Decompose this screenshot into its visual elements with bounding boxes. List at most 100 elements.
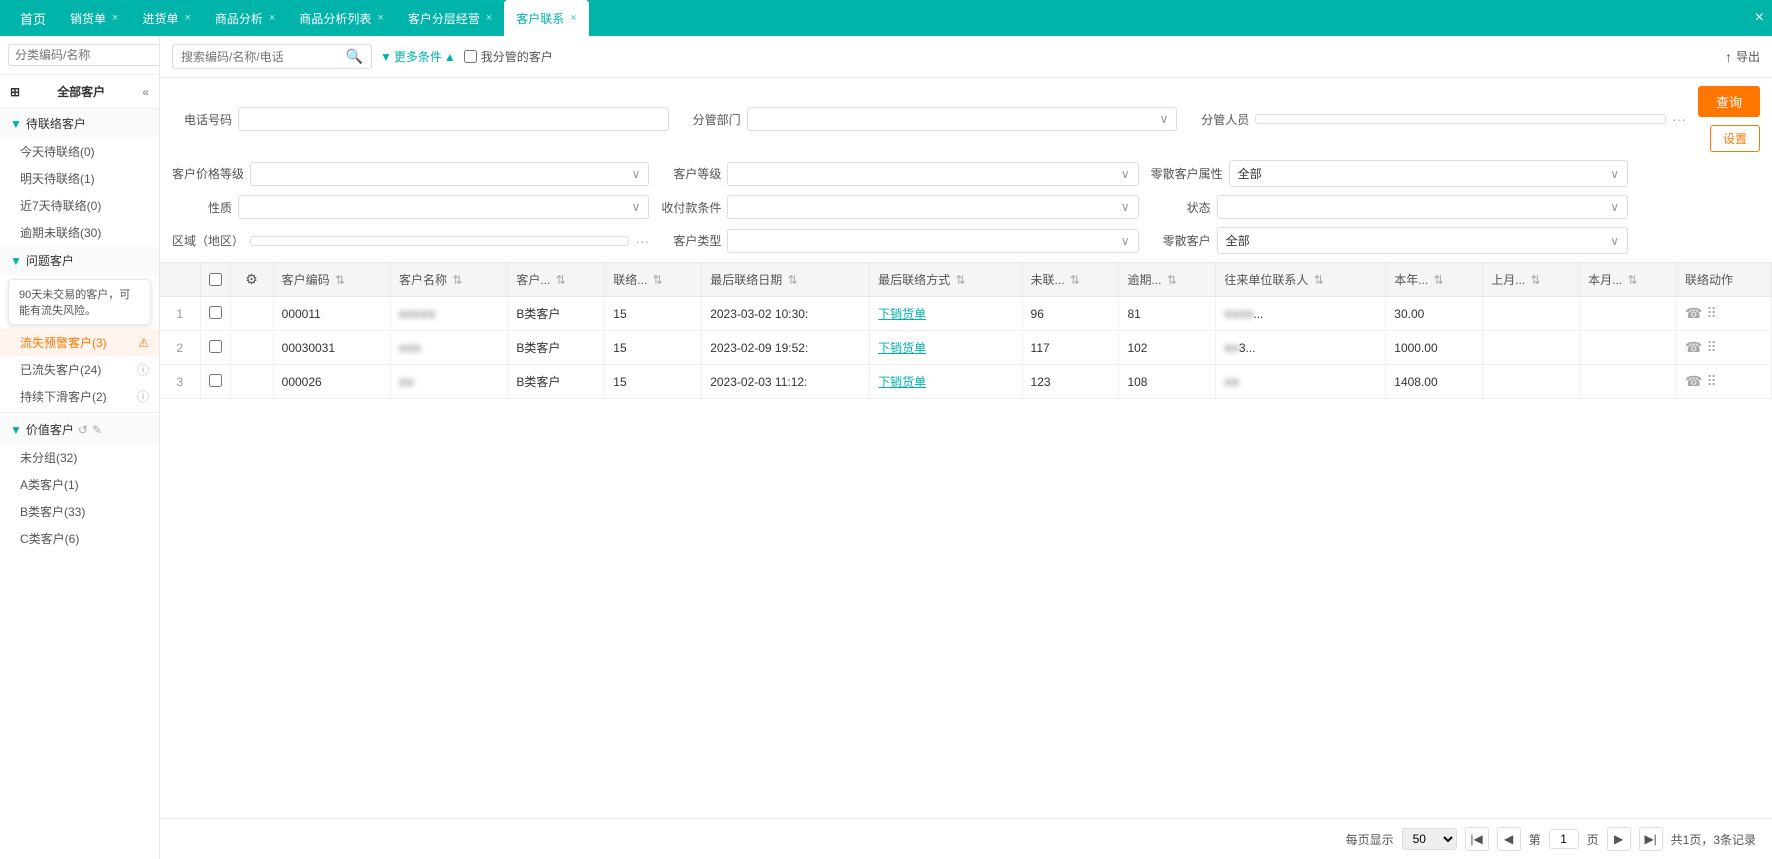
first-page-button[interactable]: |◀ xyxy=(1465,827,1489,851)
row-last-method[interactable]: 下销货单 xyxy=(870,297,1022,331)
nav-home[interactable]: 首页 xyxy=(8,9,58,28)
sidebar-item-declining[interactable]: 持续下滑客户(2) ⓘ xyxy=(0,383,159,410)
filter-region-select[interactable] xyxy=(250,236,629,246)
row-check[interactable] xyxy=(200,297,230,331)
th-name[interactable]: 客户名称 ⇅ xyxy=(391,263,508,297)
row-check[interactable] xyxy=(200,365,230,399)
group-problem-header[interactable]: ▼ 问题客户 xyxy=(0,246,159,275)
sidebar-item-churned[interactable]: 已流失客户(24) ⓘ xyxy=(0,356,159,383)
filter-status-label: 状态 xyxy=(1151,199,1211,216)
gear-button[interactable]: ⚙ xyxy=(239,271,265,288)
close-icon[interactable]: × xyxy=(377,12,383,24)
row-contact: 15 xyxy=(605,365,702,399)
filter-nature: 性质 ∨ xyxy=(172,195,649,219)
th-last-month[interactable]: 上月... ⇅ xyxy=(1483,263,1580,297)
th-contact[interactable]: 联络... ⇅ xyxy=(605,263,702,297)
query-button[interactable]: 查询 xyxy=(1698,86,1760,117)
filter-nature-select[interactable]: ∨ xyxy=(238,195,649,219)
sidebar-item-today[interactable]: 今天待联络(0) xyxy=(0,138,159,165)
sidebar-item-7days[interactable]: 近7天待联络(0) xyxy=(0,192,159,219)
th-overdue[interactable]: 逾期... ⇅ xyxy=(1119,263,1216,297)
th-code[interactable]: 客户编码 ⇅ xyxy=(273,263,390,297)
search-input[interactable] xyxy=(181,50,342,64)
sidebar-item-churn-warning[interactable]: 流失预警客户(3) ⚠ xyxy=(0,329,159,356)
nav-tab-shangpin-list[interactable]: 商品分析列表 × xyxy=(287,0,395,36)
row-last-method[interactable]: 下销货单 xyxy=(870,331,1022,365)
filter-dots-icon[interactable]: ··· xyxy=(1672,111,1686,127)
close-icon[interactable]: × xyxy=(269,12,275,24)
last-page-button[interactable]: ▶| xyxy=(1639,827,1663,851)
filter-region-dots[interactable]: ··· xyxy=(635,233,649,249)
nav-tab-xiaohuo[interactable]: 销货单 × xyxy=(58,0,130,36)
filter-customer-type-select[interactable]: ∨ xyxy=(727,229,1138,253)
row-check[interactable] xyxy=(200,331,230,365)
th-this-year[interactable]: 本年... ⇅ xyxy=(1386,263,1483,297)
contact-icon[interactable]: ☎ xyxy=(1685,373,1702,390)
page-input[interactable] xyxy=(1549,829,1579,849)
filter-scatter-attr-label: 零散客户属性 xyxy=(1151,165,1223,182)
export-button[interactable]: ↑ 导出 xyxy=(1725,48,1760,65)
more-actions-icon[interactable]: ⠿ xyxy=(1706,373,1716,390)
sidebar-search-input[interactable] xyxy=(8,44,160,66)
search-button[interactable]: 🔍 xyxy=(346,48,363,65)
sidebar-item-class-c[interactable]: C类客户(6) xyxy=(0,525,159,552)
per-page-select[interactable]: 50 20 100 xyxy=(1402,828,1457,850)
collapse-icon[interactable]: « xyxy=(142,85,149,99)
row-checkbox[interactable] xyxy=(209,374,222,387)
my-customers-check[interactable] xyxy=(464,50,477,63)
row-unit-contact: ■■3... xyxy=(1216,331,1386,365)
nav-tab-jinhuo[interactable]: 进货单 × xyxy=(130,0,202,36)
th-last-date[interactable]: 最后联络日期 ⇅ xyxy=(702,263,870,297)
filter-customer-level-select[interactable]: ∨ xyxy=(727,162,1138,186)
all-customers-item[interactable]: ⊞ 全部客户 « xyxy=(0,75,159,109)
row-checkbox[interactable] xyxy=(209,340,222,353)
row-last-month xyxy=(1483,365,1580,399)
group-pending-header[interactable]: ▼ 待联络客户 xyxy=(0,109,159,138)
th-this-month[interactable]: 本月... ⇅ xyxy=(1580,263,1677,297)
filter-manager-select[interactable] xyxy=(1255,114,1666,124)
th-type[interactable]: 客户... ⇅ xyxy=(508,263,605,297)
sidebar-item-class-a[interactable]: A类客户(1) xyxy=(0,471,159,498)
sidebar-item-ungroup[interactable]: 未分组(32) xyxy=(0,444,159,471)
close-icon[interactable]: × xyxy=(486,12,492,24)
sidebar-item-class-b[interactable]: B类客户(33) xyxy=(0,498,159,525)
sort-icon: ⇅ xyxy=(956,273,966,287)
row-checkbox[interactable] xyxy=(209,306,222,319)
select-all-checkbox[interactable] xyxy=(209,273,222,286)
settings-button[interactable]: 设置 xyxy=(1710,125,1760,152)
triangle-icon: ▼ xyxy=(10,117,22,131)
close-icon[interactable]: × xyxy=(184,12,190,24)
nav-tab-khfc[interactable]: 客户分层经营 × xyxy=(396,0,504,36)
th-last-method[interactable]: 最后联络方式 ⇅ xyxy=(870,263,1022,297)
contact-icon[interactable]: ☎ xyxy=(1685,305,1702,322)
my-customers-checkbox[interactable]: 我分管的客户 xyxy=(464,48,553,65)
more-actions-icon[interactable]: ⠿ xyxy=(1706,339,1716,356)
filter-dept-select[interactable]: ∨ xyxy=(747,107,1178,131)
more-conditions-button[interactable]: ▼ 更多条件 ▲ xyxy=(380,48,456,65)
row-name: ■■■■■ xyxy=(391,297,508,331)
filter-scatter-attr-select[interactable]: 全部 ∨ xyxy=(1229,160,1628,187)
nav-tab-shangpin[interactable]: 商品分析 × xyxy=(203,0,287,36)
group-value-header[interactable]: ▼ 价值客户 ↺ ✎ xyxy=(0,415,159,444)
sidebar-item-overdue[interactable]: 逾期未联络(30) xyxy=(0,219,159,246)
edit-icon[interactable]: ✎ xyxy=(92,423,102,437)
close-all-button[interactable]: × xyxy=(1755,9,1764,27)
chevron-down-icon: ∨ xyxy=(1610,167,1619,181)
filter-payment-select[interactable]: ∨ xyxy=(727,195,1138,219)
sidebar-item-tomorrow[interactable]: 明天待联络(1) xyxy=(0,165,159,192)
next-page-button[interactable]: ▶ xyxy=(1607,827,1631,851)
filter-phone-input[interactable] xyxy=(238,107,669,131)
th-unit-contact[interactable]: 往来单位联系人 ⇅ xyxy=(1216,263,1386,297)
prev-page-button[interactable]: ◀ xyxy=(1497,827,1521,851)
nav-tab-khlx[interactable]: 客户联系 × xyxy=(504,0,588,36)
close-icon[interactable]: × xyxy=(570,12,576,24)
refresh-icon[interactable]: ↺ xyxy=(78,423,88,437)
close-icon[interactable]: × xyxy=(112,12,118,24)
more-actions-icon[interactable]: ⠿ xyxy=(1706,305,1716,322)
filter-status-select[interactable]: ∨ xyxy=(1217,195,1628,219)
th-uncontacted[interactable]: 未联... ⇅ xyxy=(1022,263,1119,297)
contact-icon[interactable]: ☎ xyxy=(1685,339,1702,356)
filter-price-level-select[interactable]: ∨ xyxy=(250,162,649,186)
filter-scatter-select[interactable]: 全部 ∨ xyxy=(1217,227,1628,254)
row-last-method[interactable]: 下销货单 xyxy=(870,365,1022,399)
